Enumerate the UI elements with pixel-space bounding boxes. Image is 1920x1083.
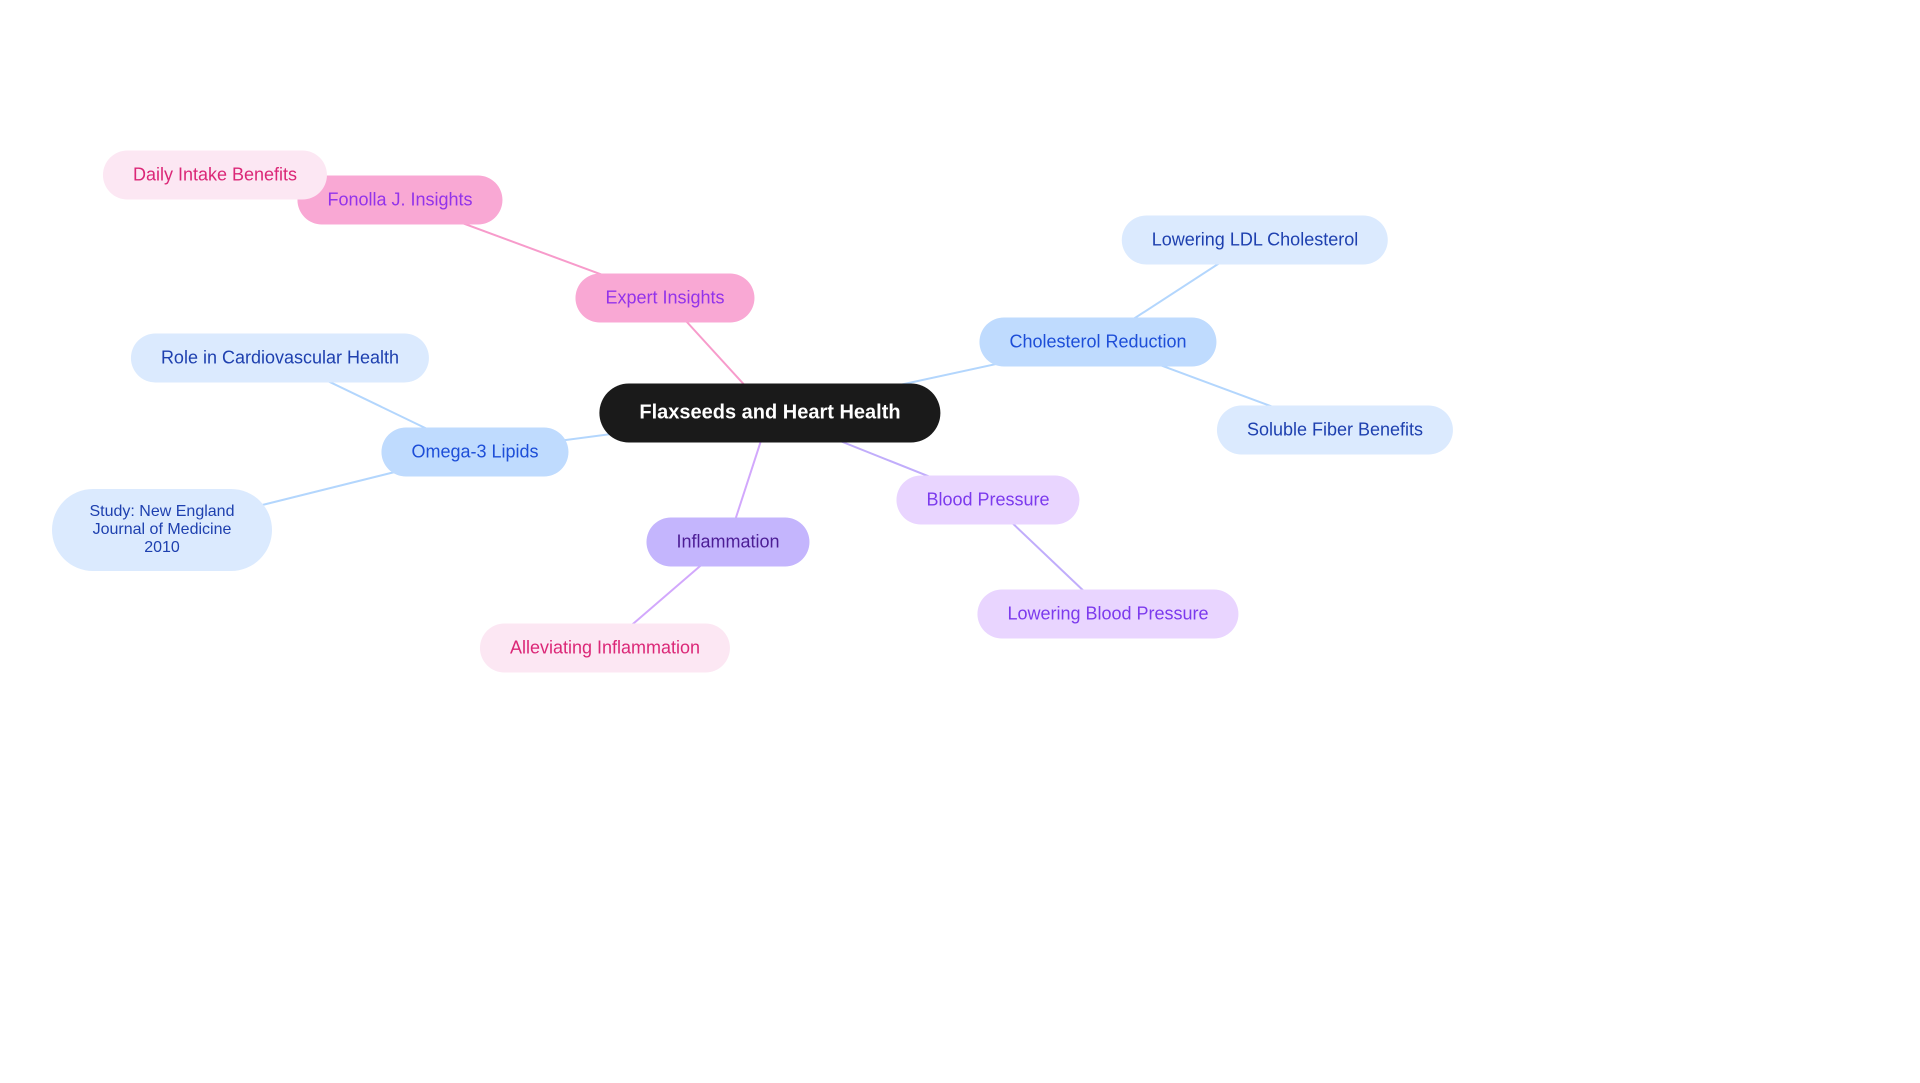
expert-insights-label: Expert Insights — [605, 288, 724, 309]
omega3-label: Omega-3 Lipids — [411, 442, 538, 463]
alleviating-inflammation-node[interactable]: Alleviating Inflammation — [480, 624, 730, 673]
inflammation-label: Inflammation — [676, 532, 779, 553]
soluble-fiber-label: Soluble Fiber Benefits — [1247, 420, 1423, 441]
fonolla-insights-node[interactable]: Fonolla J. Insights — [297, 176, 502, 225]
blood-pressure-node[interactable]: Blood Pressure — [896, 476, 1079, 525]
daily-intake-label: Daily Intake Benefits — [133, 165, 297, 186]
fonolla-insights-label: Fonolla J. Insights — [327, 190, 472, 211]
cholesterol-reduction-label: Cholesterol Reduction — [1009, 332, 1186, 353]
soluble-fiber-node[interactable]: Soluble Fiber Benefits — [1217, 406, 1453, 455]
blood-pressure-label: Blood Pressure — [926, 490, 1049, 511]
cardio-health-label: Role in Cardiovascular Health — [161, 348, 399, 369]
center-node[interactable]: Flaxseeds and Heart Health — [599, 384, 940, 443]
cardio-health-node[interactable]: Role in Cardiovascular Health — [131, 334, 429, 383]
lowering-bp-node[interactable]: Lowering Blood Pressure — [977, 590, 1238, 639]
lowering-ldl-node[interactable]: Lowering LDL Cholesterol — [1122, 216, 1388, 265]
omega3-node[interactable]: Omega-3 Lipids — [381, 428, 568, 477]
alleviating-inflammation-label: Alleviating Inflammation — [510, 638, 700, 659]
inflammation-node[interactable]: Inflammation — [646, 518, 809, 567]
expert-insights-node[interactable]: Expert Insights — [575, 274, 754, 323]
study-nejm-node[interactable]: Study: New England Journal of Medicine 2… — [52, 489, 272, 571]
study-nejm-label: Study: New England Journal of Medicine 2… — [82, 503, 242, 557]
lowering-bp-label: Lowering Blood Pressure — [1007, 604, 1208, 625]
lowering-ldl-label: Lowering LDL Cholesterol — [1152, 230, 1358, 251]
daily-intake-node[interactable]: Daily Intake Benefits — [103, 151, 327, 200]
cholesterol-reduction-node[interactable]: Cholesterol Reduction — [979, 318, 1216, 367]
